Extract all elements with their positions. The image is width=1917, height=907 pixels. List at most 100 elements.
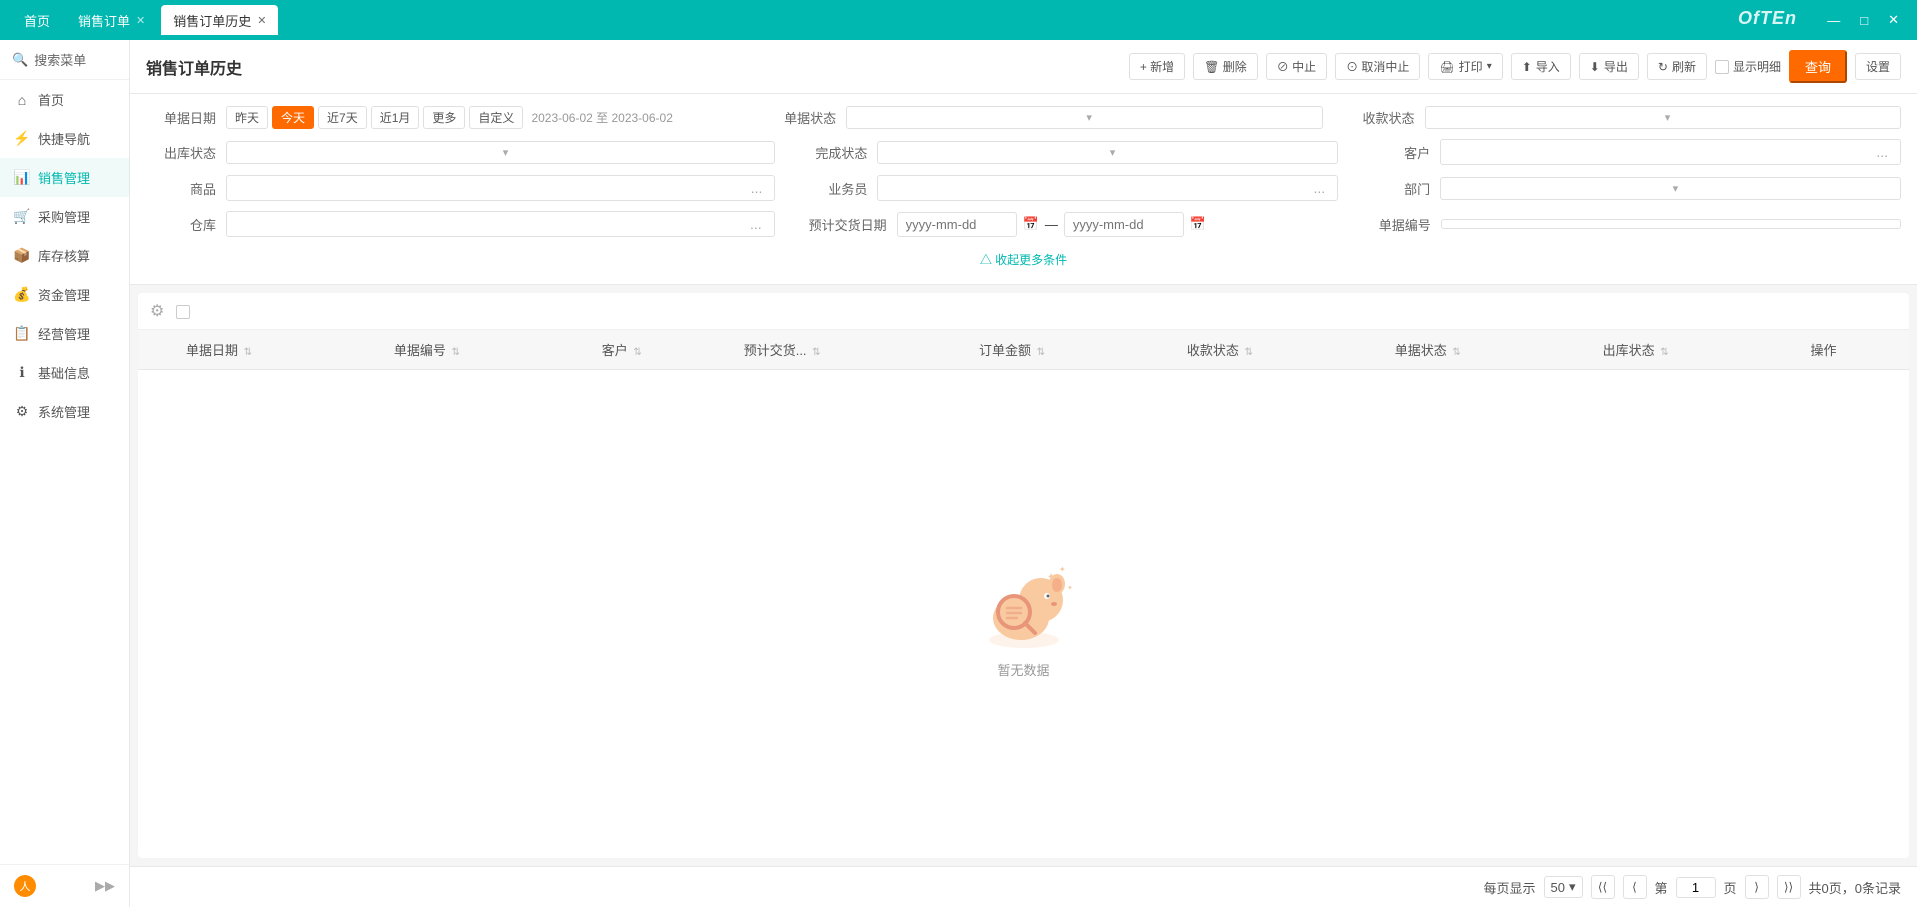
date-yesterday-btn[interactable]: 昨天 xyxy=(226,106,268,129)
sidebar-item-business[interactable]: 📋 经营管理 xyxy=(0,314,129,353)
sidebar-search[interactable]: 🔍 搜索菜单 xyxy=(0,40,129,80)
refresh-button[interactable]: ↻ 刷新 xyxy=(1647,53,1707,80)
empty-illustration: ✦ ✦ ✦ xyxy=(969,550,1079,660)
order-status-select[interactable]: ▾ xyxy=(846,106,1322,129)
warehouse-label: 仓库 xyxy=(146,215,226,234)
user-avatar[interactable]: 人 xyxy=(14,875,36,897)
col-shipment[interactable]: 出库状态 ⇅ xyxy=(1595,330,1803,370)
window-close[interactable]: ✕ xyxy=(1882,12,1905,28)
cancel-stop-button[interactable]: ⊙ 取消中止 xyxy=(1335,53,1420,80)
completion-status-select[interactable]: ▾ xyxy=(877,141,1338,164)
product-field[interactable]: ... xyxy=(226,175,775,201)
col-payment[interactable]: 收款状态 ⇅ xyxy=(1179,330,1387,370)
filter-row-4: 仓库 ... 预计交货日期 📅 — 📅 单据编号 xyxy=(146,211,1901,237)
col-date[interactable]: 单据日期 ⇅ xyxy=(178,330,386,370)
query-button[interactable]: 查询 xyxy=(1789,50,1847,83)
date-label: 单据日期 xyxy=(146,108,226,127)
inventory-icon: 📦 xyxy=(14,248,30,264)
date-last1m-btn[interactable]: 近1月 xyxy=(371,106,420,129)
sort-customer-icon: ⇅ xyxy=(633,347,641,358)
sidebar-item-quick-nav[interactable]: ⚡ 快捷导航 xyxy=(0,119,129,158)
sidebar-item-sales[interactable]: 📊 销售管理 xyxy=(0,158,129,197)
page-size-select[interactable]: 50 ▾ xyxy=(1544,876,1583,898)
table-header: 单据日期 ⇅ 单据编号 ⇅ 客户 ⇅ xyxy=(138,330,1909,370)
page-next-btn[interactable]: ⟩ xyxy=(1745,875,1769,899)
shipment-status-select[interactable]: ▾ xyxy=(226,141,775,164)
sort-status-icon: ⇅ xyxy=(1452,347,1460,358)
payment-status-select[interactable]: ▾ xyxy=(1425,106,1901,129)
delivery-date-start-calendar[interactable]: 📅 xyxy=(1023,216,1039,232)
sidebar-item-home[interactable]: ⌂ 首页 xyxy=(0,80,129,119)
delivery-date-start-input[interactable] xyxy=(897,212,1017,237)
date-last7-btn[interactable]: 近7天 xyxy=(318,106,367,129)
page-first-btn[interactable]: ⟨⟨ xyxy=(1591,875,1615,899)
table-checkbox[interactable] xyxy=(176,303,190,319)
col-checkbox xyxy=(138,330,178,370)
tab-sales-order-close[interactable]: ✕ xyxy=(136,14,145,27)
settings-button[interactable]: 设置 xyxy=(1855,53,1901,80)
tab-sales-order-history-close[interactable]: ✕ xyxy=(257,14,266,27)
col-number[interactable]: 单据编号 ⇅ xyxy=(386,330,594,370)
collapse-more[interactable]: △ 收起更多条件 xyxy=(146,247,1901,272)
window-minimize[interactable]: — xyxy=(1821,13,1846,28)
delivery-date-range: 📅 — 📅 xyxy=(897,212,1339,237)
import-button[interactable]: ⬆ 导入 xyxy=(1511,53,1571,80)
page-label: 页 xyxy=(1724,878,1737,897)
window-controls: OfTEn — □ ✕ xyxy=(1821,12,1905,28)
sidebar-item-system[interactable]: ⚙ 系统管理 xyxy=(0,392,129,431)
delivery-date-end-input[interactable] xyxy=(1064,212,1184,237)
sidebar-item-basic[interactable]: ℹ 基础信息 xyxy=(0,353,129,392)
page-number-input[interactable] xyxy=(1676,877,1716,898)
sort-shipment-icon: ⇅ xyxy=(1660,347,1668,358)
date-today-btn[interactable]: 今天 xyxy=(272,106,314,129)
filter-row-1: 单据日期 昨天 今天 近7天 近1月 更多 自定义 2023-06-02 至 2… xyxy=(146,106,1901,129)
shipment-status-arrow: ▾ xyxy=(503,146,767,159)
page-prev-btn[interactable]: ⟨ xyxy=(1623,875,1647,899)
customer-field[interactable]: ... xyxy=(1440,139,1901,165)
export-button[interactable]: ⬇ 导出 xyxy=(1579,53,1639,80)
salesperson-field[interactable]: ... xyxy=(877,175,1338,201)
refresh-icon: ↻ xyxy=(1658,60,1668,74)
sales-icon: 📊 xyxy=(14,170,30,186)
new-button[interactable]: + 新增 xyxy=(1129,53,1185,80)
page-header: 销售订单历史 + 新增 🗑 删除 ⊘ 中止 ⊙ 取消中止 🖨 🖨 打印 打印 ▾… xyxy=(130,40,1917,94)
quick-nav-icon: ⚡ xyxy=(14,131,30,147)
warehouse-field[interactable]: ... xyxy=(226,211,775,237)
tab-sales-order[interactable]: 销售订单 ✕ xyxy=(66,5,157,35)
col-status[interactable]: 单据状态 ⇅ xyxy=(1387,330,1595,370)
page-last-btn[interactable]: ⟩⟩ xyxy=(1777,875,1801,899)
sort-amount-icon: ⇅ xyxy=(1037,347,1045,358)
date-more-btn[interactable]: 更多 xyxy=(423,106,465,129)
tab-home[interactable]: 首页 xyxy=(12,5,62,35)
sidebar-expand-icon[interactable]: ▶▶ xyxy=(95,878,115,894)
product-dots[interactable]: ... xyxy=(747,180,767,196)
total-text: 共0页，0条记录 xyxy=(1809,878,1901,897)
col-delivery[interactable]: 预计交货... ⇅ xyxy=(736,330,971,370)
print-button[interactable]: 🖨 🖨 打印 打印 ▾ xyxy=(1428,53,1502,80)
date-custom-btn[interactable]: 自定义 xyxy=(469,106,523,129)
tab-sales-order-history[interactable]: 销售订单历史 ✕ xyxy=(161,5,278,35)
delivery-date-end-calendar[interactable]: 📅 xyxy=(1190,216,1206,232)
window-maximize[interactable]: □ xyxy=(1854,13,1874,28)
delete-button[interactable]: 🗑 删除 xyxy=(1193,53,1258,80)
col-amount[interactable]: 订单金额 ⇅ xyxy=(971,330,1179,370)
sidebar: 🔍 搜索菜单 ⌂ 首页 ⚡ 快捷导航 📊 销售管理 🛒 采购管理 📦 库存核算 … xyxy=(0,40,130,907)
stop-button[interactable]: ⊘ 中止 xyxy=(1266,53,1327,80)
warehouse-dots[interactable]: ... xyxy=(746,216,766,232)
sidebar-item-finance[interactable]: 💰 资金管理 xyxy=(0,275,129,314)
sidebar-item-purchase[interactable]: 🛒 采购管理 xyxy=(0,197,129,236)
filter-area: 单据日期 昨天 今天 近7天 近1月 更多 自定义 2023-06-02 至 2… xyxy=(130,94,1917,285)
customer-dots[interactable]: ... xyxy=(1872,144,1892,160)
table-wrapper: 单据日期 ⇅ 单据编号 ⇅ 客户 ⇅ xyxy=(138,330,1909,858)
export-icon: ⬇ xyxy=(1590,60,1600,74)
show-detail-checkbox[interactable] xyxy=(1715,60,1729,74)
order-number-field[interactable] xyxy=(1441,219,1901,229)
department-select[interactable]: ▾ xyxy=(1440,177,1901,200)
col-customer[interactable]: 客户 ⇅ xyxy=(594,330,736,370)
print-icon: 🖨 xyxy=(1439,60,1454,74)
show-detail-label[interactable]: 显示明细 xyxy=(1715,58,1781,75)
table-settings-icon[interactable]: ⚙ xyxy=(150,301,164,321)
page-size-arrow: ▾ xyxy=(1569,879,1576,895)
sidebar-item-inventory[interactable]: 📦 库存核算 xyxy=(0,236,129,275)
salesperson-dots[interactable]: ... xyxy=(1310,180,1330,196)
